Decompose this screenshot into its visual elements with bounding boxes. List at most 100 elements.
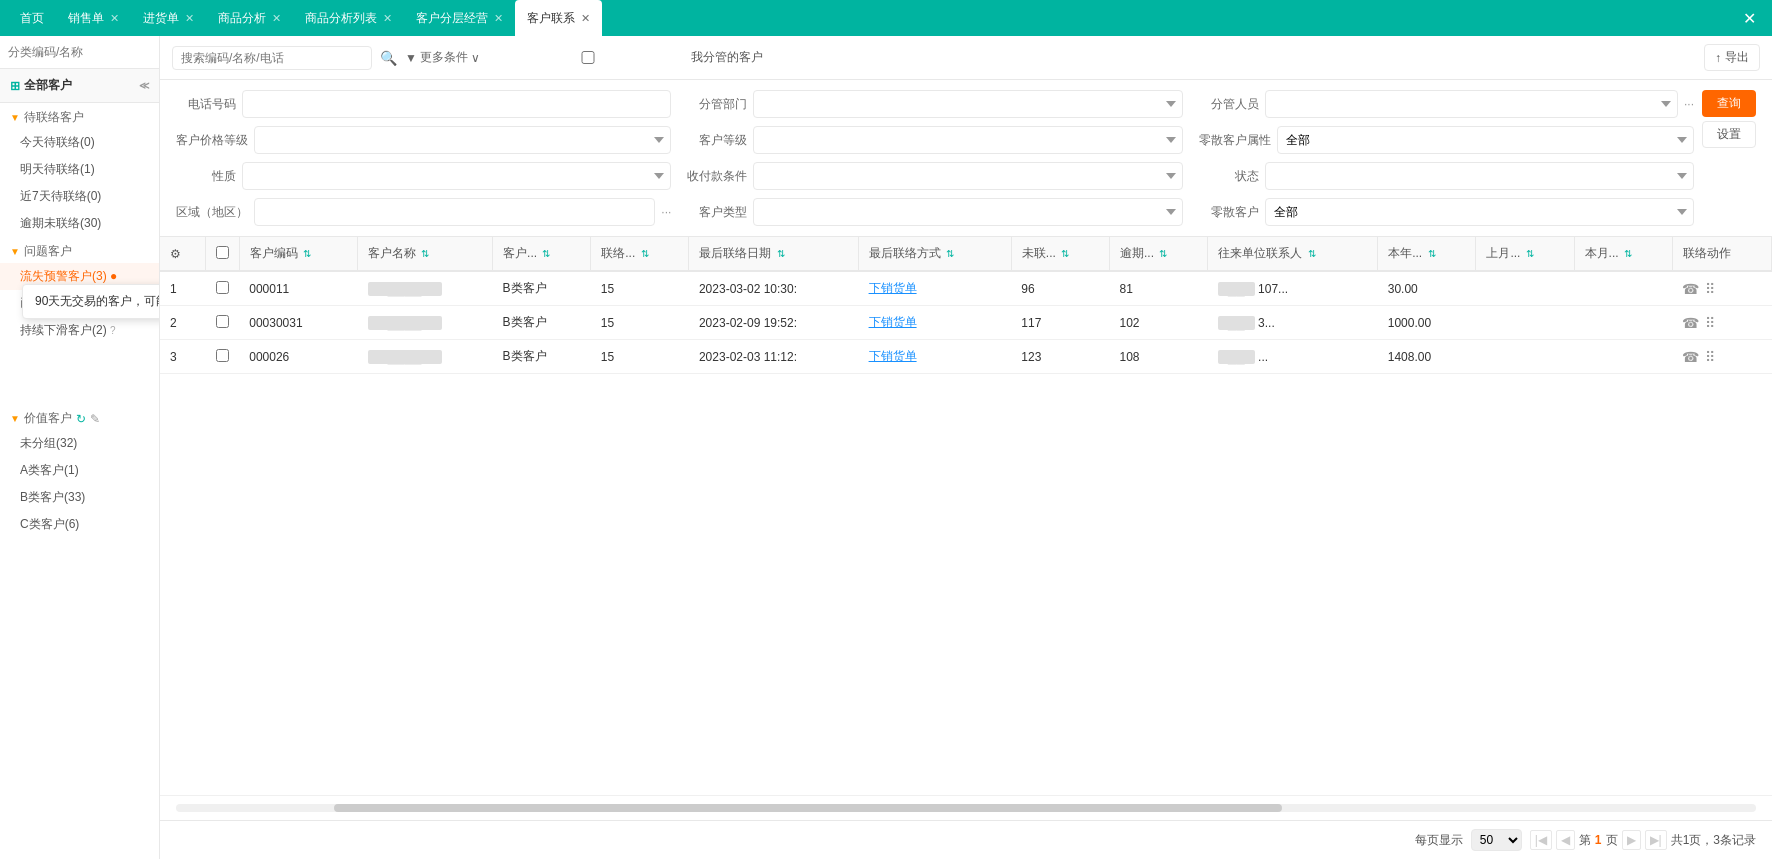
row-action-icons: ☎ ⠿	[1672, 271, 1771, 306]
export-button[interactable]: ↑ 导出	[1704, 44, 1760, 71]
col-last-contact-method[interactable]: 最后联络方式 ⇅	[859, 237, 1012, 271]
refresh-value-icon[interactable]: ↻	[76, 412, 86, 426]
query-button[interactable]: 查询	[1702, 90, 1756, 117]
more-action-icon[interactable]: ⠿	[1705, 315, 1715, 331]
dept-select[interactable]	[753, 90, 1182, 118]
contact-icon[interactable]: ☎	[1682, 349, 1699, 365]
tab-product-analysis[interactable]: 商品分析 ✕	[206, 0, 293, 36]
row-action-icons: ☎ ⠿	[1672, 306, 1771, 340]
col-contact[interactable]: 联络... ⇅	[591, 237, 689, 271]
per-page-select[interactable]: 50 100 200	[1471, 829, 1522, 851]
code-sort-icon: ⇅	[303, 248, 311, 259]
retail-customer-select[interactable]: 全部	[1265, 198, 1694, 226]
person-sort-icon: ⇅	[1308, 248, 1316, 259]
search-button[interactable]: 🔍	[380, 50, 397, 66]
phone-input[interactable]	[242, 90, 671, 118]
more-action-icon[interactable]: ⠿	[1705, 349, 1715, 365]
edit-value-icon[interactable]: ✎	[90, 412, 100, 426]
col-this-year[interactable]: 本年... ⇅	[1378, 237, 1476, 271]
region-more-icon[interactable]: ···	[661, 205, 671, 219]
close-tab-sales[interactable]: ✕	[110, 12, 119, 25]
retail-attr-select[interactable]: 全部	[1277, 126, 1694, 154]
col-name[interactable]: 客户名称 ⇅	[358, 237, 493, 271]
sidebar: 🔍 ⊞ 全部客户 ≪ ▼ 待联络客户 今天待联络(0) 明天待联络(1) 近7天…	[0, 36, 160, 859]
sidebar-item-class-a[interactable]: A类客户(1)	[0, 457, 159, 484]
region-input[interactable]	[254, 198, 655, 226]
tab-sales[interactable]: 销售单 ✕	[56, 0, 131, 36]
prev-page-button[interactable]: ◀	[1556, 830, 1575, 850]
more-conditions-button[interactable]: ▼ 更多条件 ∨	[405, 49, 480, 66]
settings-gear-icon[interactable]: ⚙	[170, 247, 181, 261]
person-label: 分管人员	[1199, 96, 1259, 113]
col-last-month[interactable]: 上月... ⇅	[1476, 237, 1574, 271]
tab-customer-segmentation[interactable]: 客户分层经营 ✕	[404, 0, 515, 36]
tab-product-analysis-list[interactable]: 商品分析列表 ✕	[293, 0, 404, 36]
price-level-select[interactable]	[254, 126, 671, 154]
customer-level-select[interactable]	[753, 126, 1182, 154]
tab-purchase[interactable]: 进货单 ✕	[131, 0, 206, 36]
settings-button[interactable]: 设置	[1702, 121, 1756, 148]
sidebar-search-input[interactable]	[8, 45, 158, 59]
close-tab-product-analysis-list[interactable]: ✕	[383, 12, 392, 25]
row-checkbox[interactable]	[205, 340, 239, 374]
nature-select[interactable]	[242, 162, 671, 190]
row-this-month	[1574, 271, 1672, 306]
sidebar-item-class-c[interactable]: C类客户(6)	[0, 511, 159, 538]
contact-icon[interactable]: ☎	[1682, 281, 1699, 297]
type-sort-icon: ⇅	[542, 248, 550, 259]
sidebar-item-tomorrow-contact[interactable]: 明天待联络(1)	[0, 156, 159, 183]
tab-home[interactable]: 首页	[8, 0, 56, 36]
next-page-button[interactable]: ▶	[1622, 830, 1641, 850]
sidebar-item-today-contact[interactable]: 今天待联络(0)	[0, 129, 159, 156]
col-checkbox	[205, 237, 239, 271]
row-customer-type: B类客户	[493, 306, 591, 340]
col-contact-person[interactable]: 往来单位联系人 ⇅	[1208, 237, 1378, 271]
last-page-button[interactable]: ▶|	[1645, 830, 1667, 850]
tab-customer-contact[interactable]: 客户联系 ✕	[515, 0, 602, 36]
filter-payment: 收付款条件	[687, 162, 1182, 190]
search-input[interactable]	[172, 46, 372, 70]
sidebar-item-ungrouped[interactable]: 未分组(32)	[0, 430, 159, 457]
window-close-button[interactable]: ✕	[1735, 9, 1764, 28]
horizontal-scrollbar[interactable]	[176, 804, 1756, 812]
sidebar-all-customers[interactable]: ⊞ 全部客户 ≪	[0, 69, 159, 103]
filter-row-1: 电话号码 分管部门 分管人员	[176, 90, 1694, 118]
my-customers-checkbox[interactable]	[488, 51, 688, 64]
sidebar-item-7days-contact[interactable]: 近7天待联络(0)	[0, 183, 159, 210]
my-customers-checkbox-area: 我分管的客户	[488, 49, 763, 66]
sidebar-item-class-b[interactable]: B类客户(33)	[0, 484, 159, 511]
close-tab-purchase[interactable]: ✕	[185, 12, 194, 25]
col-not-contacted[interactable]: 未联... ⇅	[1011, 237, 1109, 271]
row-this-year: 1000.00	[1378, 306, 1476, 340]
col-last-contact-date[interactable]: 最后联络日期 ⇅	[689, 237, 859, 271]
close-tab-product-analysis[interactable]: ✕	[272, 12, 281, 25]
close-tab-customer-contact[interactable]: ✕	[581, 12, 590, 25]
first-page-button[interactable]: |◀	[1530, 830, 1552, 850]
sidebar-item-overdue-contact[interactable]: 逾期未联络(30)	[0, 210, 159, 237]
row-checkbox[interactable]	[205, 306, 239, 340]
col-customer-type[interactable]: 客户... ⇅	[493, 237, 591, 271]
col-this-month[interactable]: 本月... ⇅	[1574, 237, 1672, 271]
row-contact-person: ██ ...	[1208, 340, 1378, 374]
section-arrow: ▼	[10, 112, 20, 123]
name-sort-icon: ⇅	[421, 248, 429, 259]
row-last-method[interactable]: 下销货单	[859, 271, 1012, 306]
more-action-icon[interactable]: ⠿	[1705, 281, 1715, 297]
customer-type-select[interactable]	[753, 198, 1182, 226]
contact-icon[interactable]: ☎	[1682, 315, 1699, 331]
row-last-method[interactable]: 下销货单	[859, 306, 1012, 340]
col-overdue[interactable]: 逾期... ⇅	[1110, 237, 1208, 271]
select-all-checkbox[interactable]	[216, 246, 229, 259]
payment-select[interactable]	[753, 162, 1182, 190]
person-select[interactable]	[1265, 90, 1678, 118]
export-icon: ↑	[1715, 51, 1721, 65]
row-checkbox[interactable]	[205, 271, 239, 306]
row-last-method[interactable]: 下销货单	[859, 340, 1012, 374]
col-actions: 联络动作	[1672, 237, 1771, 271]
person-more-icon[interactable]: ···	[1684, 97, 1694, 111]
close-tab-customer-segmentation[interactable]: ✕	[494, 12, 503, 25]
status-select[interactable]	[1265, 162, 1694, 190]
sidebar-item-declining[interactable]: 持续下滑客户(2) ?	[0, 317, 159, 344]
row-contact: 15	[591, 340, 689, 374]
col-code[interactable]: 客户编码 ⇅	[239, 237, 357, 271]
